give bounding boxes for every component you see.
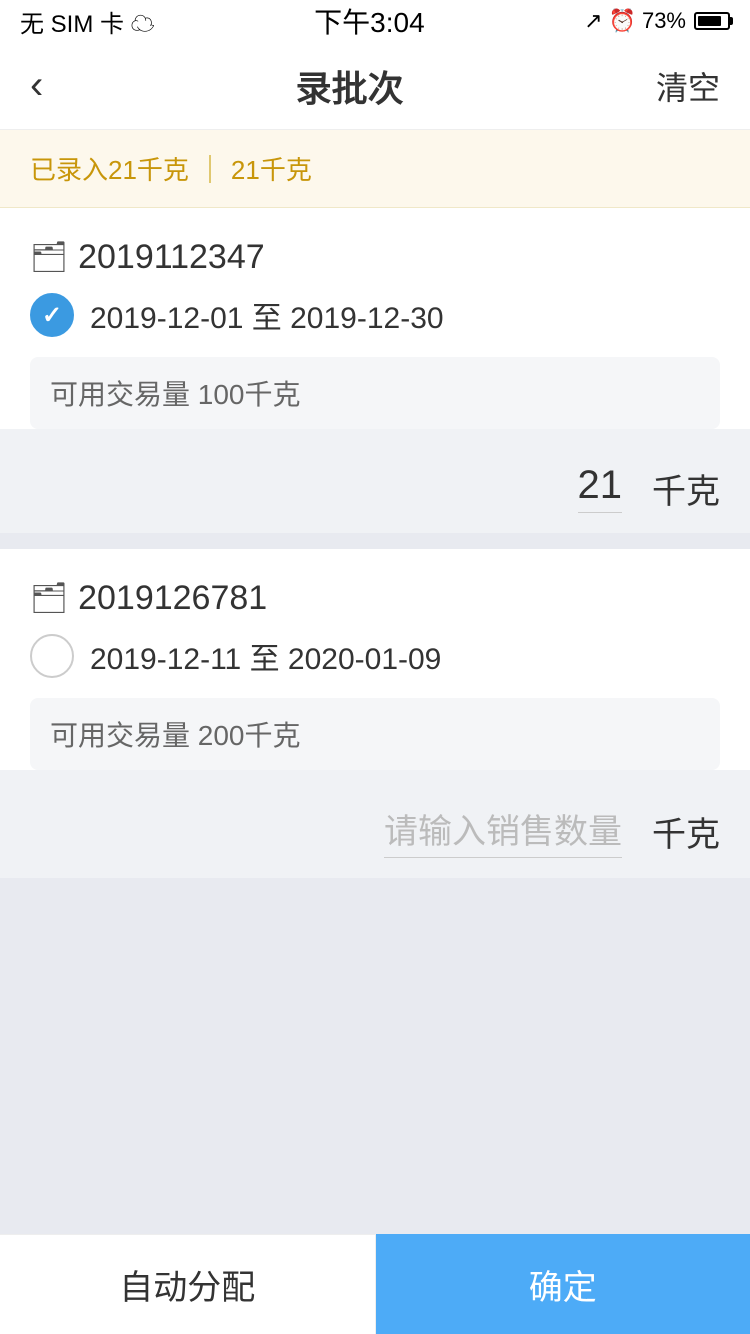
batch-2-qty-inner: 请输入销售数量 xyxy=(384,804,622,858)
batch-1-date: 2019-12-01 至 2019-12-30 xyxy=(90,293,444,337)
batch-1-id: 2019112347 xyxy=(78,238,265,277)
recorded-label: 已录入21千克 xyxy=(30,150,189,187)
batch-1-unit: 千克 xyxy=(652,464,720,513)
alarm-icon: ⏰ xyxy=(609,8,636,34)
batch-item-1: 🗂 2019112347 2019-12-01 至 2019-12-30 可用交… xyxy=(0,208,750,429)
battery-icon xyxy=(694,12,730,30)
batch-2-qty-container: 请输入销售数量 千克 xyxy=(0,790,750,878)
batch-2-icon: 🗂 xyxy=(30,581,68,616)
batch-2-date: 2019-12-11 至 2020-01-09 xyxy=(90,634,441,678)
sim-label: 无 SIM 卡 ☁ xyxy=(20,4,155,39)
section-divider xyxy=(0,533,750,549)
batch-1-qty-value[interactable]: 21 xyxy=(578,463,623,508)
nav-bar: ‹ 录批次 清空 xyxy=(0,42,750,130)
batch-2-header: 🗂 2019126781 xyxy=(30,579,720,618)
back-button[interactable]: ‹ xyxy=(30,63,43,108)
batch-2-radio[interactable] xyxy=(30,634,74,678)
status-bar: 无 SIM 卡 ☁ 下午3:04 ↗ ⏰ 73% xyxy=(0,0,750,42)
page-title: 录批次 xyxy=(296,60,404,112)
info-banner: 已录入21千克 21千克 xyxy=(0,130,750,208)
batch-2-available-qty: 可用交易量 200千克 xyxy=(30,698,720,770)
batch-2-unit: 千克 xyxy=(652,807,720,856)
batch-1-header: 🗂 2019112347 xyxy=(30,238,720,277)
status-bar-time: 下午3:04 xyxy=(314,1,425,41)
batch-1-available-qty: 可用交易量 100千克 xyxy=(30,357,720,429)
status-bar-right: ↗ ⏰ 73% xyxy=(584,8,730,34)
recorded-value: 21千克 xyxy=(231,150,312,187)
batch-1-icon: 🗂 xyxy=(30,240,68,275)
location-icon: ↗ xyxy=(584,8,602,34)
batch-1-qty-container: 21 千克 xyxy=(0,449,750,533)
batch-2-date-row[interactable]: 2019-12-11 至 2020-01-09 xyxy=(30,634,720,678)
auto-distribute-button[interactable]: 自动分配 xyxy=(0,1234,376,1334)
batch-2-qty-placeholder[interactable]: 请输入销售数量 xyxy=(384,804,622,853)
info-divider xyxy=(209,155,211,183)
batch-1-date-row[interactable]: 2019-12-01 至 2019-12-30 xyxy=(30,293,720,337)
batch-2-id: 2019126781 xyxy=(78,579,267,618)
clear-button[interactable]: 清空 xyxy=(656,63,720,109)
batch-1-qty-inner: 21 xyxy=(578,463,623,513)
batch-item-2: 🗂 2019126781 2019-12-11 至 2020-01-09 可用交… xyxy=(0,549,750,770)
status-bar-left: 无 SIM 卡 ☁ xyxy=(20,4,155,39)
batch-1-radio[interactable] xyxy=(30,293,74,337)
bottom-bar: 自动分配 确定 xyxy=(0,1234,750,1334)
confirm-button[interactable]: 确定 xyxy=(376,1234,750,1334)
battery-text: 73% xyxy=(642,8,686,34)
